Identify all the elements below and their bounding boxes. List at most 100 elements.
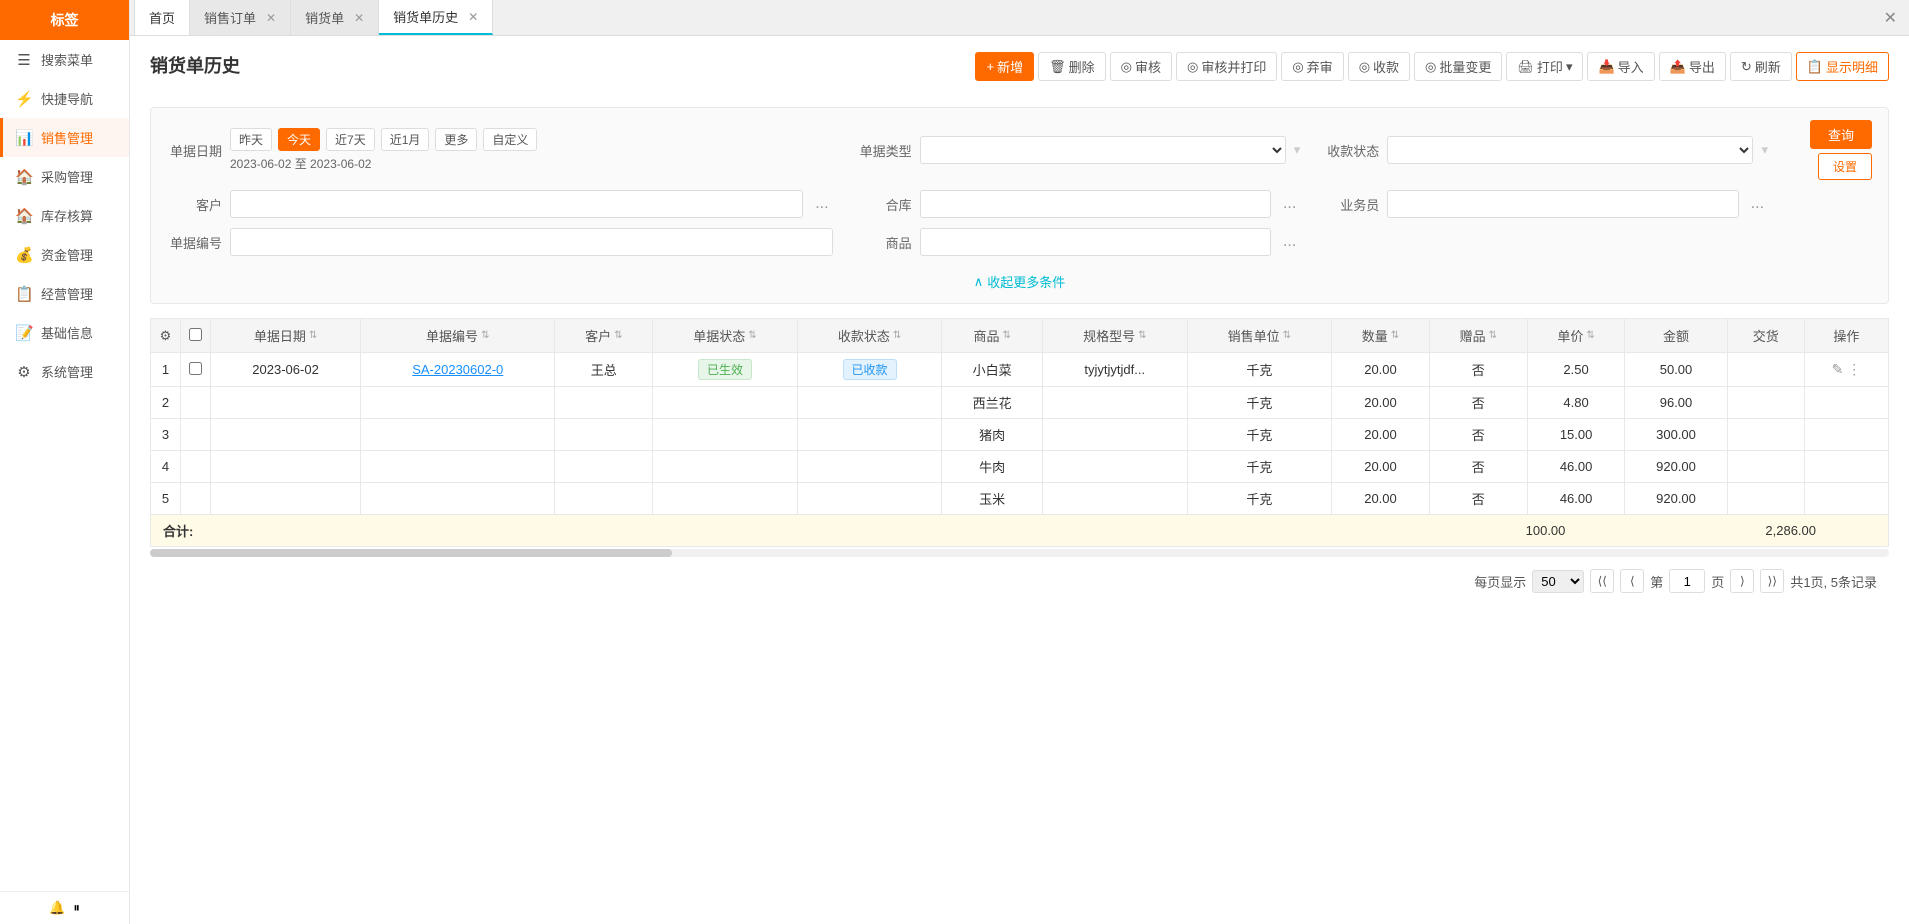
tab-sales-order[interactable]: 销售订单 ✕ [190, 0, 291, 35]
last-month-btn[interactable]: 近1月 [381, 128, 430, 151]
sidebar-item-sales-mgmt[interactable]: 📊 销售管理 [0, 118, 129, 157]
pause-icon[interactable]: ⏸ [73, 900, 80, 916]
delete-button[interactable]: 🗑 删除 [1038, 52, 1106, 81]
sidebar-item-search-menu[interactable]: ☰ 搜索菜单 [0, 40, 129, 79]
new-button[interactable]: + 新增 [975, 52, 1034, 81]
audit-button[interactable]: ◎ 审核 [1110, 52, 1172, 81]
data-table: ⚙ 单据日期⇅ 单据编号⇅ 客户⇅ 单据状态⇅ 收款状态⇅ [150, 318, 1889, 515]
refresh-button[interactable]: ↻ 刷新 [1730, 52, 1792, 81]
th-spec[interactable]: 规格型号⇅ [1043, 319, 1188, 353]
sidebar-item-quick-nav[interactable]: ⚡ 快捷导航 [0, 79, 129, 118]
th-customer[interactable]: 客户⇅ [555, 319, 653, 353]
query-button[interactable]: 查询 [1810, 120, 1872, 149]
customer-dots-btn[interactable]: ... [811, 195, 832, 213]
doc-type-select[interactable] [920, 136, 1286, 164]
per-page-select[interactable]: 50 20 100 [1532, 570, 1584, 593]
doc-no-link[interactable]: SA-20230602-0 [412, 362, 503, 377]
tab-sales-history-close[interactable]: ✕ [468, 10, 478, 24]
th-qty[interactable]: 数量⇅ [1332, 319, 1430, 353]
salesperson-dots-btn[interactable]: ... [1747, 195, 1768, 213]
td-actions[interactable] [1804, 451, 1888, 483]
more-icon[interactable]: ⋮ [1847, 361, 1861, 378]
sidebar-item-system[interactable]: ⚙ 系统管理 [0, 352, 129, 391]
td-doc-no[interactable] [361, 419, 555, 451]
td-actions[interactable] [1804, 483, 1888, 515]
goods-dots-btn[interactable]: ... [1279, 233, 1300, 251]
th-doc-date[interactable]: 单据日期⇅ [211, 319, 361, 353]
batch-change-button[interactable]: ◎ 批量变更 [1414, 52, 1502, 81]
import-button[interactable]: 📥 导入 [1587, 52, 1654, 81]
th-checkbox[interactable] [181, 319, 211, 353]
scrollbar-thumb[interactable] [150, 549, 672, 557]
show-detail-button[interactable]: 📋 显示明细 [1796, 52, 1889, 81]
td-amount: 920.00 [1625, 483, 1727, 515]
abandon-button[interactable]: ◎ 弃审 [1281, 52, 1343, 81]
yesterday-btn[interactable]: 昨天 [230, 128, 272, 151]
prev-page-btn[interactable]: ⟨ [1620, 569, 1644, 593]
edit-icon[interactable]: ✎ [1832, 361, 1844, 378]
td-doc-no[interactable] [361, 483, 555, 515]
notification-icon[interactable]: 🔔 [49, 900, 65, 916]
td-checkbox[interactable] [181, 451, 211, 483]
tab-sales-goods[interactable]: 销货单 ✕ [291, 0, 379, 35]
sidebar-item-basic-info[interactable]: 📝 基础信息 [0, 313, 129, 352]
page-number-input[interactable] [1669, 569, 1705, 593]
first-page-btn[interactable]: ⟨⟨ [1590, 569, 1614, 593]
th-goods[interactable]: 商品⇅ [942, 319, 1043, 353]
salesperson-input[interactable] [1387, 190, 1738, 218]
row-checkbox[interactable] [189, 362, 202, 375]
sidebar-item-purchase-mgmt[interactable]: 🏠 采购管理 [0, 157, 129, 196]
doc-no-input[interactable] [230, 228, 833, 256]
print-button[interactable]: 🖨 打印 ▾ [1506, 52, 1583, 81]
collect-button[interactable]: ◎ 收款 [1348, 52, 1410, 81]
select-all-checkbox[interactable] [189, 328, 202, 341]
goods-input[interactable] [920, 228, 1271, 256]
th-doc-no[interactable]: 单据编号⇅ [361, 319, 555, 353]
td-checkbox[interactable] [181, 419, 211, 451]
sidebar-item-operations[interactable]: 📋 经营管理 [0, 274, 129, 313]
th-sales-unit[interactable]: 销售单位⇅ [1187, 319, 1332, 353]
settings-button[interactable]: 设置 [1818, 153, 1872, 180]
last7-btn[interactable]: 近7天 [326, 128, 375, 151]
td-doc-no[interactable] [361, 387, 555, 419]
today-btn[interactable]: 今天 [278, 128, 320, 151]
td-checkbox[interactable] [181, 483, 211, 515]
td-checkbox[interactable] [181, 387, 211, 419]
tab-sales-goods-close[interactable]: ✕ [354, 11, 364, 25]
td-doc-status [653, 483, 798, 515]
warehouse-input[interactable] [920, 190, 1271, 218]
window-close-btn[interactable]: ✕ [1884, 8, 1897, 28]
th-unit-price[interactable]: 单价⇅ [1527, 319, 1625, 353]
inventory-icon: 🏠 [15, 207, 33, 225]
custom-btn[interactable]: 自定义 [483, 128, 537, 151]
td-actions[interactable] [1804, 387, 1888, 419]
tab-sales-order-close[interactable]: ✕ [266, 11, 276, 25]
th-collect-status[interactable]: 收款状态⇅ [797, 319, 942, 353]
next-page-btn[interactable]: ⟩ [1730, 569, 1754, 593]
th-doc-status-label: 单据状态 [693, 326, 745, 345]
th-gift[interactable]: 赠品⇅ [1429, 319, 1527, 353]
export-button[interactable]: 📤 导出 [1659, 52, 1726, 81]
table-footer: 合计: 100.00 2,286.00 [150, 515, 1889, 547]
th-settings[interactable]: ⚙ [151, 319, 181, 353]
sidebar-item-inventory[interactable]: 🏠 库存核算 [0, 196, 129, 235]
sidebar: 标签 ☰ 搜索菜单 ⚡ 快捷导航 📊 销售管理 🏠 采购管理 🏠 库存核算 💰 … [0, 0, 130, 924]
customer-input[interactable] [230, 190, 803, 218]
th-doc-status[interactable]: 单据状态⇅ [653, 319, 798, 353]
sidebar-item-finance[interactable]: 💰 资金管理 [0, 235, 129, 274]
horizontal-scrollbar-row [150, 547, 1889, 559]
td-doc-no[interactable]: SA-20230602-0 [361, 353, 555, 387]
tab-sales-history[interactable]: 销货单历史 ✕ [379, 0, 493, 35]
collapse-button[interactable]: ∧ 收起更多条件 [974, 272, 1066, 291]
warehouse-dots-btn[interactable]: ... [1279, 195, 1300, 213]
more-btn[interactable]: 更多 [435, 128, 477, 151]
last-page-btn[interactable]: ⟩⟩ [1760, 569, 1784, 593]
td-actions[interactable]: ✎⋮ [1804, 353, 1888, 387]
td-doc-no[interactable] [361, 451, 555, 483]
tab-home[interactable]: 首页 [134, 0, 190, 35]
horizontal-scrollbar[interactable] [150, 549, 1889, 557]
td-actions[interactable] [1804, 419, 1888, 451]
collect-status-select[interactable] [1387, 136, 1753, 164]
td-checkbox[interactable] [181, 353, 211, 387]
audit-print-button[interactable]: ◎ 审核并打印 [1176, 52, 1277, 81]
